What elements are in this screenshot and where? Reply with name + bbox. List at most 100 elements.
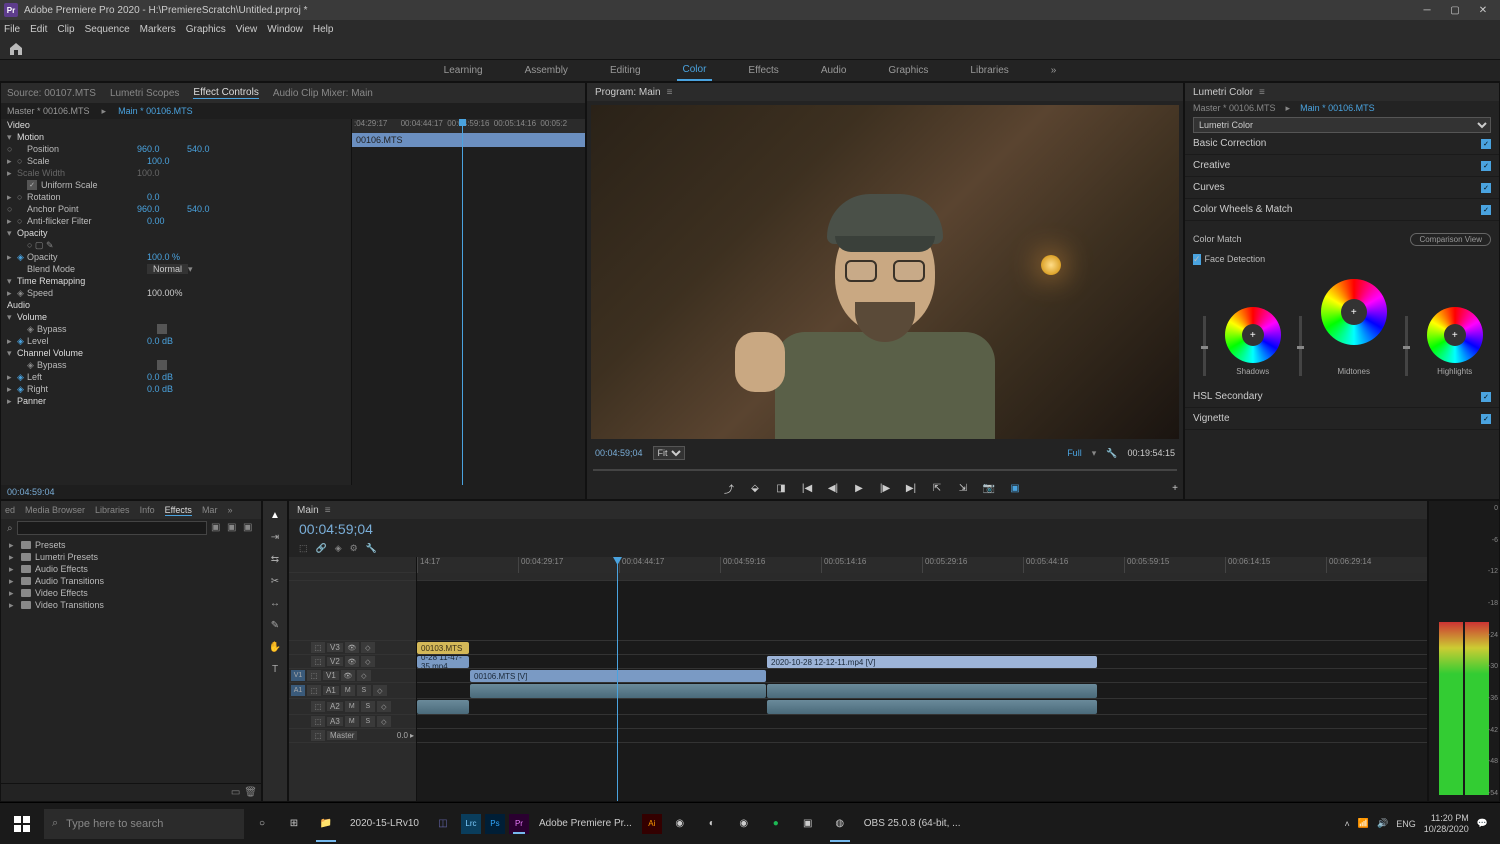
hand-tool[interactable]: ✋ [267,639,283,655]
photoshop-icon[interactable]: Ps [485,814,505,834]
marker-icon[interactable]: ◈ [335,543,342,554]
button-editor-plus[interactable]: + [1167,480,1183,496]
add-marker-button[interactable]: ⤴ [721,480,737,496]
ec-anchor-point[interactable]: ○Anchor Point960.0540.0 [1,203,351,215]
ec-speed[interactable]: ▸◈Speed100.00% [1,287,351,299]
tray-volume-icon[interactable]: 🔊 [1377,818,1388,829]
mark-out-button[interactable]: ◨ [773,480,789,496]
lumetri-basic-correction[interactable]: Basic Correction✓ [1185,133,1499,155]
tab-libraries[interactable]: Libraries [95,505,130,515]
ec-rotation[interactable]: ▸○Rotation0.0 [1,191,351,203]
spotify-icon[interactable]: ● [762,806,790,842]
tab-project[interactable]: ed [5,505,15,515]
lumetri-curves[interactable]: Curves✓ [1185,177,1499,199]
clip-title[interactable]: 00103.MTS [417,642,469,654]
clip-audio[interactable] [767,700,1097,714]
comparison-view-button[interactable]: ▣ [1007,480,1023,496]
timeline-ruler[interactable]: 14:1700:04:29:1700:04:44:1700:04:59:1600… [417,557,1427,573]
ec-bypass1[interactable]: ◈Bypass [1,323,351,335]
highlights-color-wheel[interactable]: + [1427,307,1483,363]
app-icon[interactable]: ▣ [794,806,822,842]
tab-audio-mixer[interactable]: Audio Clip Mixer: Main [273,88,373,99]
premiere-icon[interactable]: Pr [509,814,529,834]
clip-video[interactable]: 0-28 11-47-35.mp4 [417,656,469,668]
tree-audio-transitions[interactable]: ▸Audio Transitions [1,575,261,587]
tree-lumetri-presets[interactable]: ▸Lumetri Presets [1,551,261,563]
step-forward-button[interactable]: |▶ [877,480,893,496]
lift-button[interactable]: ⇱ [929,480,945,496]
ec-left[interactable]: ▸◈Left0.0 dB [1,371,351,383]
ec-channel-volume[interactable]: ▾Channel Volume [1,347,351,359]
tab-effect-controls[interactable]: Effect Controls [193,87,258,99]
tree-audio-effects[interactable]: ▸Audio Effects [1,563,261,575]
menu-sequence[interactable]: Sequence [85,24,130,35]
program-timecode[interactable]: 00:04:59;04 [595,448,643,458]
tab-info[interactable]: Info [140,505,155,515]
workspace-graphics[interactable]: Graphics [882,61,934,80]
ec-clip-bar[interactable]: 00106.MTS [352,133,585,147]
ec-right[interactable]: ▸◈Right0.0 dB [1,383,351,395]
ec-antiflicker[interactable]: ▸○Anti-flicker Filter0.00 [1,215,351,227]
delete-icon[interactable]: 🗑 [244,787,257,798]
ec-playhead[interactable] [462,119,463,485]
home-icon[interactable] [8,41,24,57]
track-header-v2[interactable]: ⬚V2👁◇ [289,655,416,669]
ec-volume[interactable]: ▾Volume [1,311,351,323]
play-button[interactable]: ▶ [851,480,867,496]
ec-motion[interactable]: ▾Motion [1,131,351,143]
ec-time-remapping[interactable]: ▾Time Remapping [1,275,351,287]
track-v3[interactable]: 00103.MTS [417,641,1427,655]
workspace-learning[interactable]: Learning [438,61,489,80]
taskbar-search[interactable]: ⌕ Type here to search [44,809,244,839]
app-icon[interactable]: ◉ [666,806,694,842]
tab-overflow-icon[interactable]: » [227,505,232,515]
tab-markers[interactable]: Mar [202,505,218,515]
shadows-luma-slider[interactable] [1203,316,1206,376]
lumetri-creative[interactable]: Creative✓ [1185,155,1499,177]
workspace-assembly[interactable]: Assembly [519,61,574,80]
lumetri-panel-menu-icon[interactable]: ≡ [1259,87,1265,98]
go-to-in-button[interactable]: |◀ [799,480,815,496]
ec-opacity-masks[interactable]: ○ ▢ ✎ [1,239,351,251]
track-a1[interactable] [417,683,1427,699]
obs-icon[interactable]: ◍ [826,806,854,842]
lumetri-master-clip[interactable]: Master * 00106.MTS [1193,103,1276,113]
track-a3[interactable] [417,715,1427,729]
clip-video[interactable]: 2020-10-28 12-12-11.mp4 [V] [767,656,1077,668]
ec-scale[interactable]: ▸○Scale100.0 [1,155,351,167]
program-viewport[interactable] [591,105,1179,439]
tray-network-icon[interactable]: 📶 [1358,818,1369,829]
lumetri-effect-select[interactable]: Lumetri Color [1193,117,1491,133]
lumetri-hsl-secondary[interactable]: HSL Secondary✓ [1185,386,1499,408]
wrench-icon[interactable]: 🔧 [366,543,377,554]
ec-blend-mode[interactable]: Blend ModeNormal▾ [1,263,351,275]
track-v1[interactable]: 00106.MTS [V] [417,669,1427,683]
clip-audio[interactable] [767,684,1097,698]
export-frame-button[interactable]: 📷 [981,480,997,496]
slip-tool[interactable]: ↔ [267,595,283,611]
task-view-icon[interactable]: ⊞ [280,806,308,842]
ec-uniform-scale[interactable]: ✓Uniform Scale [1,179,351,191]
timeline-tracks[interactable]: 14:1700:04:29:1700:04:44:1700:04:59:1600… [417,557,1427,801]
timeline-tab[interactable]: Main [297,505,319,516]
menu-markers[interactable]: Markers [140,24,176,35]
timeline-menu-icon[interactable]: ≡ [325,505,331,516]
chrome-icon[interactable]: ◉ [730,806,758,842]
start-button[interactable] [4,806,40,842]
ec-sequence-clip[interactable]: Main * 00106.MTS [118,106,193,116]
selection-tool[interactable]: ▲ [267,507,283,523]
tab-media-browser[interactable]: Media Browser [25,505,85,515]
ec-keyframe-timeline[interactable]: :04:29:17 00:04:44:17 00:04:59:16 00:05:… [351,119,585,485]
menu-edit[interactable]: Edit [30,24,47,35]
pen-tool[interactable]: ✎ [267,617,283,633]
type-tool[interactable]: T [267,661,283,677]
file-explorer-icon[interactable]: 📁 [312,806,340,842]
menu-help[interactable]: Help [313,24,334,35]
razor-tool[interactable]: ✂ [267,573,283,589]
app-icon[interactable]: ◐ [698,806,726,842]
minimize-button[interactable]: ─ [1414,1,1440,19]
maximize-button[interactable]: ▢ [1442,1,1468,19]
workspace-overflow-icon[interactable]: » [1045,61,1063,80]
notifications-icon[interactable]: 💬 [1477,818,1488,829]
lightroom-classic-icon[interactable]: Lrc [461,814,481,834]
